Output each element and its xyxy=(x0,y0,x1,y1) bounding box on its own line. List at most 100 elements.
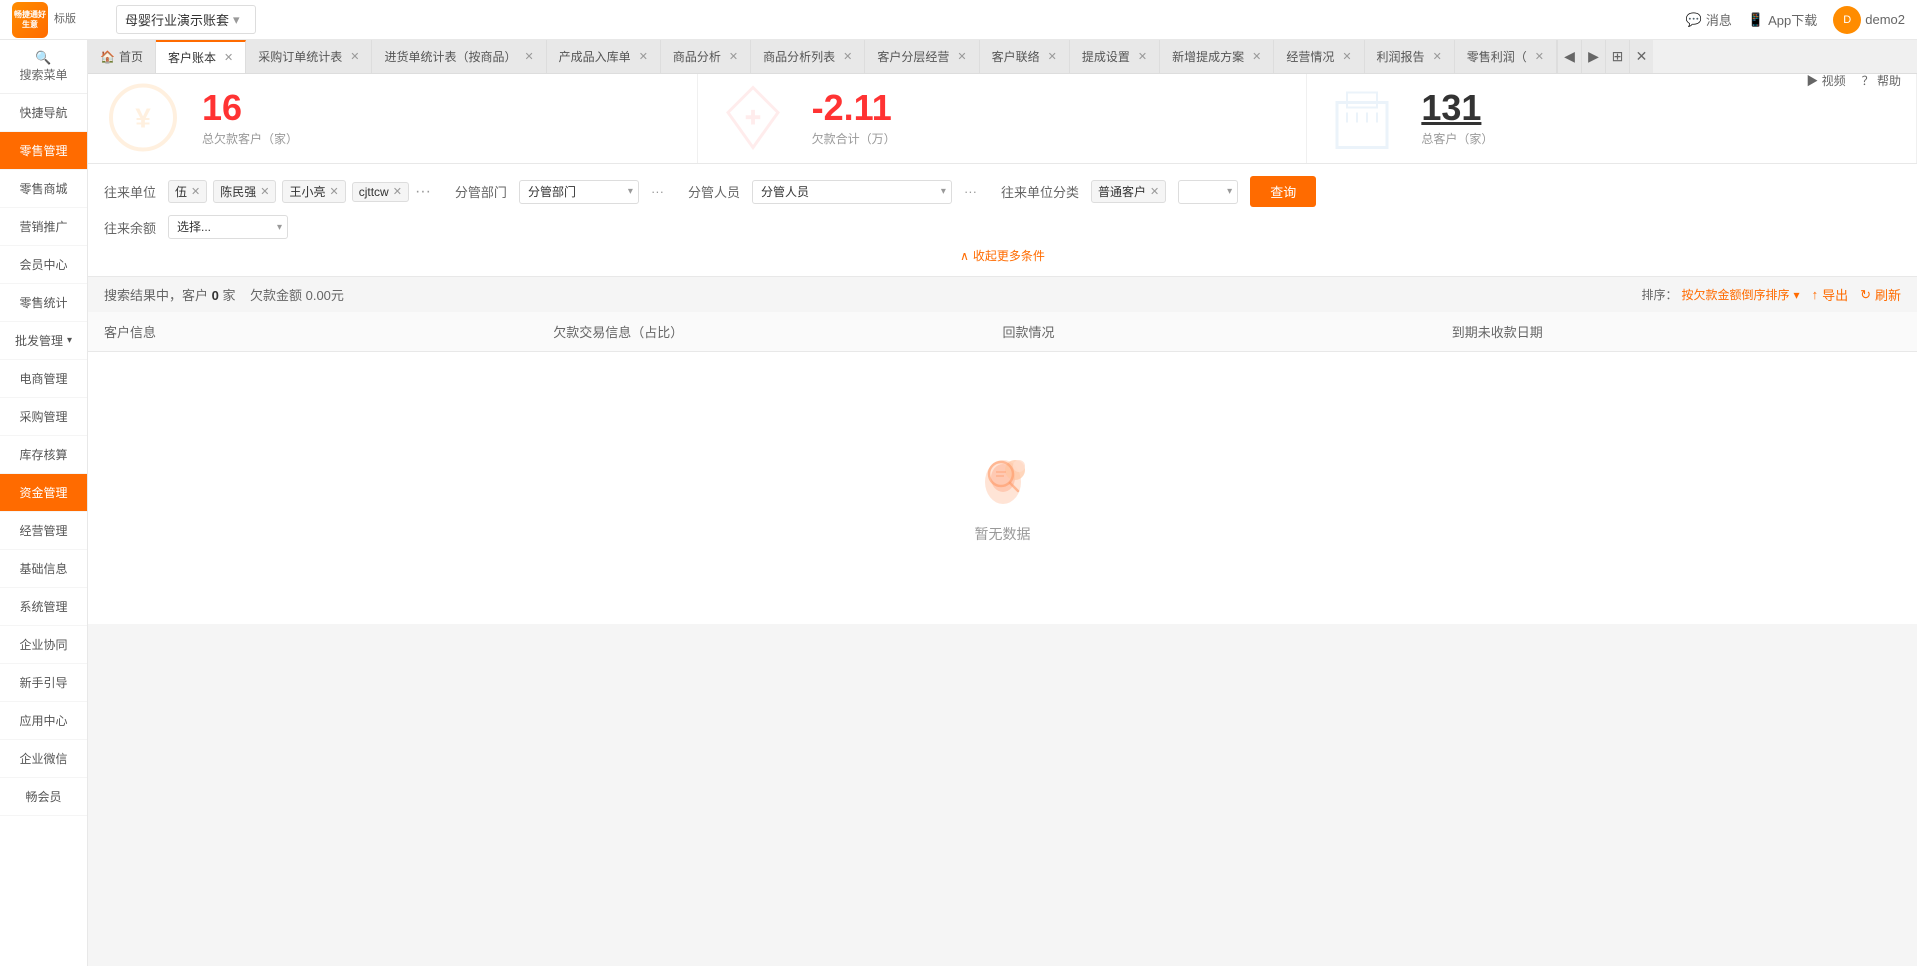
sort-label: 排序： xyxy=(1642,286,1678,303)
top-bar-right: 💬 消息 📱 App下载 D demo2 xyxy=(1686,6,1905,34)
sidebar-item-system-mgmt[interactable]: 系统管理 xyxy=(0,588,87,626)
svg-text:¥: ¥ xyxy=(135,102,151,133)
filter-row-1: 往来单位 伍 ✕ 陈民强 ✕ 王小亮 xyxy=(104,176,1901,207)
sidebar-item-app-center[interactable]: 应用中心 xyxy=(0,702,87,740)
tab-customer-segment[interactable]: 客户分层经营 ✕ xyxy=(865,40,979,74)
filter-tag-chen-close[interactable]: ✕ xyxy=(260,185,269,198)
tab-retail-profit[interactable]: 零售利润（ ✕ xyxy=(1455,40,1557,74)
filter-more-icon[interactable]: ··· xyxy=(415,183,431,201)
tab-customer-contact-close[interactable]: ✕ xyxy=(1048,50,1057,63)
tab-retail-profit-label: 零售利润（ xyxy=(1467,48,1527,65)
tab-customer-ledger[interactable]: 客户账本 ✕ xyxy=(156,40,246,74)
user-area[interactable]: D demo2 xyxy=(1833,6,1905,34)
sidebar-search-label: 搜索菜单 xyxy=(8,66,79,83)
sidebar-item-enterprise-collab[interactable]: 企业协同 xyxy=(0,626,87,664)
top-bar: 畅捷通好生意 标版 母婴行业演示账套 ▾ 💬 消息 📱 App下载 D demo… xyxy=(0,0,1917,40)
tab-close-all[interactable]: ✕ xyxy=(1629,40,1653,74)
sidebar-item-enterprise-wechat[interactable]: 企业微信 xyxy=(0,740,87,778)
video-button[interactable]: ▶ 视频 xyxy=(1806,74,1845,89)
tab-instock-stats-product[interactable]: 进货单统计表（按商品） ✕ xyxy=(372,40,546,74)
filter-tag-wu-text: 伍 xyxy=(175,183,187,200)
tab-operation-status[interactable]: 经营情况 ✕ xyxy=(1274,40,1364,74)
sidebar-item-capital-mgmt[interactable]: 资金管理 xyxy=(0,474,87,512)
quick-nav-label: 快捷导航 xyxy=(19,106,67,120)
tab-purchase-order-stats[interactable]: 采购订单统计表 ✕ xyxy=(246,40,372,74)
tab-raise-settings[interactable]: 提成设置 ✕ xyxy=(1070,40,1160,74)
tab-add-raise-plan-close[interactable]: ✕ xyxy=(1252,50,1261,63)
help-button[interactable]: ？ 帮助 xyxy=(1862,74,1901,89)
store-selector[interactable]: 母婴行业演示账套 ▾ xyxy=(116,5,256,34)
filter-tag-chen[interactable]: 陈民强 ✕ xyxy=(213,180,276,203)
tab-nav-left[interactable]: ◀ xyxy=(1557,40,1581,74)
filter-tag-wu[interactable]: 伍 ✕ xyxy=(168,180,207,203)
tab-customer-ledger-close[interactable]: ✕ xyxy=(224,51,233,64)
manager-select[interactable]: 分管人员 xyxy=(752,180,952,204)
total-customers-label: 总客户（家） xyxy=(1421,130,1493,147)
avatar: D xyxy=(1833,6,1861,34)
app-download-label: App下载 xyxy=(1768,10,1817,29)
content-area: 🏠 首页 客户账本 ✕ 采购订单统计表 ✕ 进货单统计表（按商品） ✕ 产成品入… xyxy=(88,40,1917,966)
sidebar-item-retail-stats[interactable]: 零售统计 xyxy=(0,284,87,322)
tab-product-analysis[interactable]: 商品分析 ✕ xyxy=(661,40,751,74)
sidebar-item-quick-nav[interactable]: 快捷导航 xyxy=(0,94,87,132)
tab-nav-expand[interactable]: ⊞ xyxy=(1605,40,1629,74)
tab-product-instock[interactable]: 产成品入库单 ✕ xyxy=(547,40,661,74)
dept-dots-icon[interactable]: ··· xyxy=(651,184,664,199)
tab-profit-report[interactable]: 利润报告 ✕ xyxy=(1365,40,1455,74)
unit-category-select[interactable] xyxy=(1178,180,1238,204)
manager-dots-icon[interactable]: ··· xyxy=(964,184,977,199)
tab-profit-report-close[interactable]: ✕ xyxy=(1433,50,1442,63)
sort-select[interactable]: 排序： 按欠款金额倒序排序 ▾ xyxy=(1642,286,1800,303)
filter-tag-normal-customer-close[interactable]: ✕ xyxy=(1150,185,1159,198)
filter-tag-normal-customer[interactable]: 普通客户 ✕ xyxy=(1091,180,1166,203)
export-button[interactable]: ↑ 导出 xyxy=(1812,285,1849,304)
sidebar-item-retail-mall[interactable]: 零售商城 xyxy=(0,170,87,208)
tab-raise-settings-close[interactable]: ✕ xyxy=(1138,50,1147,63)
tab-add-raise-plan-label: 新增提成方案 xyxy=(1172,48,1244,65)
filter-tag-cjttcw[interactable]: cjttcw ✕ xyxy=(352,182,409,202)
tab-product-analysis-list-label: 商品分析列表 xyxy=(763,48,835,65)
refresh-label: 刷新 xyxy=(1875,285,1901,304)
sidebar-item-inventory-check[interactable]: 库存核算 xyxy=(0,436,87,474)
sidebar-item-new-guide[interactable]: 新手引导 xyxy=(0,664,87,702)
filter-tag-wang-close[interactable]: ✕ xyxy=(330,185,339,198)
sidebar-item-ecommerce-mgmt[interactable]: 电商管理 xyxy=(0,360,87,398)
filter-tag-wu-close[interactable]: ✕ xyxy=(191,185,200,198)
filter-collapse-button[interactable]: ∧ 收起更多条件 xyxy=(104,247,1901,264)
empty-icon xyxy=(963,432,1043,512)
tab-instock-stats-product-close[interactable]: ✕ xyxy=(524,50,533,63)
sidebar-item-member-center[interactable]: 会员中心 xyxy=(0,246,87,284)
tab-product-analysis-list-close[interactable]: ✕ xyxy=(843,50,852,63)
logo-text: 畅捷通好生意 xyxy=(12,10,48,29)
sidebar-item-retail-mgmt[interactable]: 零售管理 xyxy=(0,132,87,170)
tab-customer-contact[interactable]: 客户联络 ✕ xyxy=(980,40,1070,74)
home-icon: 🏠 xyxy=(100,50,115,64)
message-button[interactable]: 💬 消息 xyxy=(1686,10,1732,29)
tab-add-raise-plan[interactable]: 新增提成方案 ✕ xyxy=(1160,40,1274,74)
tab-nav-right[interactable]: ▶ xyxy=(1581,40,1605,74)
app-download-button[interactable]: 📱 App下载 xyxy=(1748,10,1817,29)
filter-tag-chen-text: 陈民强 xyxy=(220,183,256,200)
sidebar-item-wholesale-mgmt[interactable]: 批发管理 ▾ xyxy=(0,322,87,360)
tab-customer-segment-close[interactable]: ✕ xyxy=(957,50,966,63)
tab-product-analysis-list[interactable]: 商品分析列表 ✕ xyxy=(751,40,865,74)
remaining-select[interactable]: 选择... xyxy=(168,215,288,239)
sidebar-item-operation-mgmt[interactable]: 经营管理 xyxy=(0,512,87,550)
tab-home[interactable]: 🏠 首页 xyxy=(88,40,156,74)
tab-purchase-order-stats-close[interactable]: ✕ xyxy=(350,50,359,63)
store-name: 母婴行业演示账套 xyxy=(125,10,229,29)
sidebar-item-basic-info[interactable]: 基础信息 xyxy=(0,550,87,588)
sidebar-search[interactable]: 🔍 搜索菜单 xyxy=(0,40,87,94)
tab-product-instock-close[interactable]: ✕ xyxy=(639,50,648,63)
filter-tag-cjttcw-close[interactable]: ✕ xyxy=(393,185,402,198)
query-button[interactable]: 查询 xyxy=(1250,176,1316,207)
sidebar-item-purchase-mgmt[interactable]: 采购管理 xyxy=(0,398,87,436)
dept-select[interactable]: 分管部门 xyxy=(519,180,639,204)
tab-retail-profit-close[interactable]: ✕ xyxy=(1535,50,1544,63)
refresh-button[interactable]: ↻ 刷新 xyxy=(1860,285,1901,304)
tab-product-analysis-close[interactable]: ✕ xyxy=(729,50,738,63)
filter-tag-wang[interactable]: 王小亮 ✕ xyxy=(282,180,345,203)
sidebar-item-marketing[interactable]: 营销推广 xyxy=(0,208,87,246)
sidebar-item-vip-member[interactable]: 畅会员 xyxy=(0,778,87,816)
tab-operation-status-close[interactable]: ✕ xyxy=(1342,50,1351,63)
